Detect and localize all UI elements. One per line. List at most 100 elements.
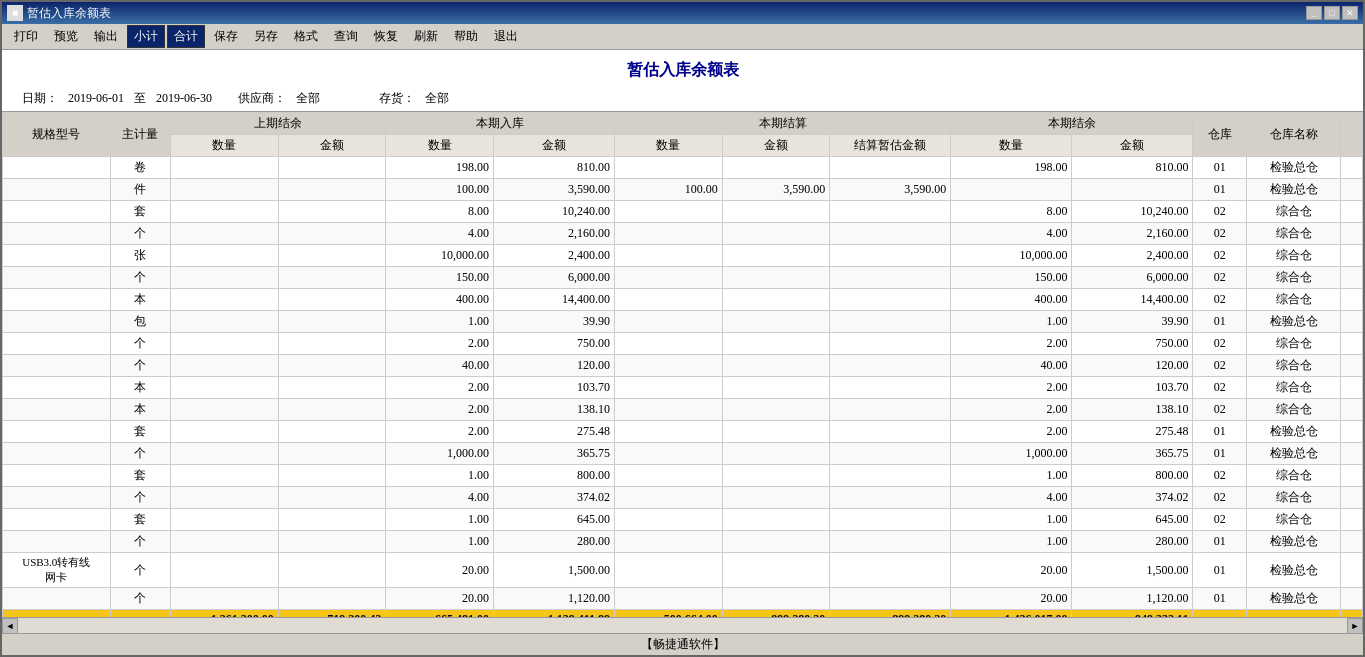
table-cell bbox=[1341, 223, 1363, 245]
table-cell bbox=[1341, 355, 1363, 377]
table-cell: 综合仓 bbox=[1247, 201, 1341, 223]
menu-print[interactable]: 打印 bbox=[7, 25, 45, 48]
menu-exit[interactable]: 退出 bbox=[487, 25, 525, 48]
table-cell: 103.70 bbox=[493, 377, 614, 399]
table-cell: 个 bbox=[110, 355, 171, 377]
table-cell bbox=[171, 311, 279, 333]
date-to-label: 至 bbox=[134, 90, 146, 107]
table-cell bbox=[3, 201, 111, 223]
table-cell: 本 bbox=[110, 377, 171, 399]
table-cell bbox=[171, 201, 279, 223]
scroll-track[interactable] bbox=[18, 618, 1347, 633]
table-cell bbox=[830, 355, 951, 377]
table-cell: 400.00 bbox=[951, 289, 1072, 311]
table-cell: 02 bbox=[1193, 465, 1247, 487]
table-cell bbox=[830, 531, 951, 553]
table-cell bbox=[722, 465, 830, 487]
table-cell bbox=[1341, 553, 1363, 588]
menu-refresh[interactable]: 刷新 bbox=[407, 25, 445, 48]
table-cell: 1,120.00 bbox=[1072, 588, 1193, 610]
table-cell bbox=[615, 465, 723, 487]
table-cell: 1.00 bbox=[386, 465, 494, 487]
table-cell bbox=[722, 157, 830, 179]
table-cell bbox=[722, 443, 830, 465]
col-spec: 规格型号 bbox=[3, 113, 111, 157]
table-cell: 14,400.00 bbox=[493, 289, 614, 311]
table-cell: 800.00 bbox=[493, 465, 614, 487]
table-cell: 01 bbox=[1193, 531, 1247, 553]
table-cell bbox=[830, 311, 951, 333]
table-cell bbox=[3, 487, 111, 509]
table-cell: 1.00 bbox=[386, 311, 494, 333]
menu-restore[interactable]: 恢复 bbox=[367, 25, 405, 48]
close-button[interactable]: ✕ bbox=[1342, 6, 1358, 20]
table-cell bbox=[722, 333, 830, 355]
table-cell bbox=[615, 588, 723, 610]
table-cell bbox=[830, 245, 951, 267]
table-cell bbox=[278, 531, 386, 553]
table-row: 张10,000.002,400.0010,000.002,400.0002综合仓 bbox=[3, 245, 1363, 267]
table-cell: 645.00 bbox=[493, 509, 614, 531]
horizontal-scrollbar[interactable]: ◄ ► bbox=[2, 617, 1363, 633]
table-cell bbox=[278, 289, 386, 311]
table-row: USB3.0转有线 网卡个20.001,500.0020.001,500.000… bbox=[3, 553, 1363, 588]
menu-save[interactable]: 保存 bbox=[207, 25, 245, 48]
table-cell: 检验总仓 bbox=[1247, 443, 1341, 465]
table-cell: 2,400.00 bbox=[493, 245, 614, 267]
table-cell bbox=[278, 399, 386, 421]
table-cell bbox=[615, 333, 723, 355]
table-cell bbox=[278, 421, 386, 443]
table-cell bbox=[3, 289, 111, 311]
table-cell bbox=[722, 399, 830, 421]
table-cell: 检验总仓 bbox=[1247, 553, 1341, 588]
menu-format[interactable]: 格式 bbox=[287, 25, 325, 48]
table-cell bbox=[171, 333, 279, 355]
table-cell: 检验总仓 bbox=[1247, 157, 1341, 179]
table-cell: 750.00 bbox=[493, 333, 614, 355]
menu-help[interactable]: 帮助 bbox=[447, 25, 485, 48]
menu-total[interactable]: 合计 bbox=[167, 25, 205, 48]
table-cell: 2.00 bbox=[386, 421, 494, 443]
table-row: 套1.00645.001.00645.0002综合仓 bbox=[3, 509, 1363, 531]
minimize-button[interactable]: _ bbox=[1306, 6, 1322, 20]
menu-subtotal[interactable]: 小计 bbox=[127, 25, 165, 48]
table-cell bbox=[1341, 487, 1363, 509]
table-cell bbox=[951, 179, 1072, 201]
table-row: 本2.00138.102.00138.1002综合仓 bbox=[3, 399, 1363, 421]
scroll-right-button[interactable]: ► bbox=[1347, 618, 1363, 634]
table-cell bbox=[171, 487, 279, 509]
table-cell: 365.75 bbox=[493, 443, 614, 465]
table-cell: 张 bbox=[110, 245, 171, 267]
table-cell: 个 bbox=[110, 531, 171, 553]
table-cell bbox=[1341, 157, 1363, 179]
menu-query[interactable]: 查询 bbox=[327, 25, 365, 48]
total-cell: 500,664.00 bbox=[615, 610, 723, 618]
table-cell bbox=[171, 289, 279, 311]
table-cell: 02 bbox=[1193, 333, 1247, 355]
menu-export[interactable]: 输出 bbox=[87, 25, 125, 48]
title-bar-left: ■ 暂估入库余额表 bbox=[7, 5, 111, 22]
menu-preview[interactable]: 预览 bbox=[47, 25, 85, 48]
table-cell bbox=[3, 355, 111, 377]
col-scrollbar[interactable] bbox=[1341, 113, 1363, 157]
menu-saveas[interactable]: 另存 bbox=[247, 25, 285, 48]
scroll-left-button[interactable]: ◄ bbox=[2, 618, 18, 634]
table-cell bbox=[171, 179, 279, 201]
table-cell bbox=[278, 377, 386, 399]
table-cell bbox=[615, 421, 723, 443]
table-cell: 374.02 bbox=[1072, 487, 1193, 509]
table-cell: 个 bbox=[110, 223, 171, 245]
table-cell bbox=[171, 509, 279, 531]
table-cell: 100.00 bbox=[386, 179, 494, 201]
table-cell: 10,000.00 bbox=[386, 245, 494, 267]
maximize-button[interactable]: □ bbox=[1324, 6, 1340, 20]
table-cell: 2.00 bbox=[951, 377, 1072, 399]
table-cell bbox=[171, 465, 279, 487]
table-row: 卷198.00810.00198.00810.0001检验总仓 bbox=[3, 157, 1363, 179]
table-container[interactable]: 规格型号 主计量 上期结余 本期入库 本期结算 本期结余 仓库 仓库名称 数量 … bbox=[2, 111, 1363, 617]
table-cell bbox=[615, 311, 723, 333]
table-cell: 套 bbox=[110, 421, 171, 443]
table-cell: 4.00 bbox=[386, 223, 494, 245]
table-cell: 275.48 bbox=[493, 421, 614, 443]
table-cell bbox=[278, 553, 386, 588]
